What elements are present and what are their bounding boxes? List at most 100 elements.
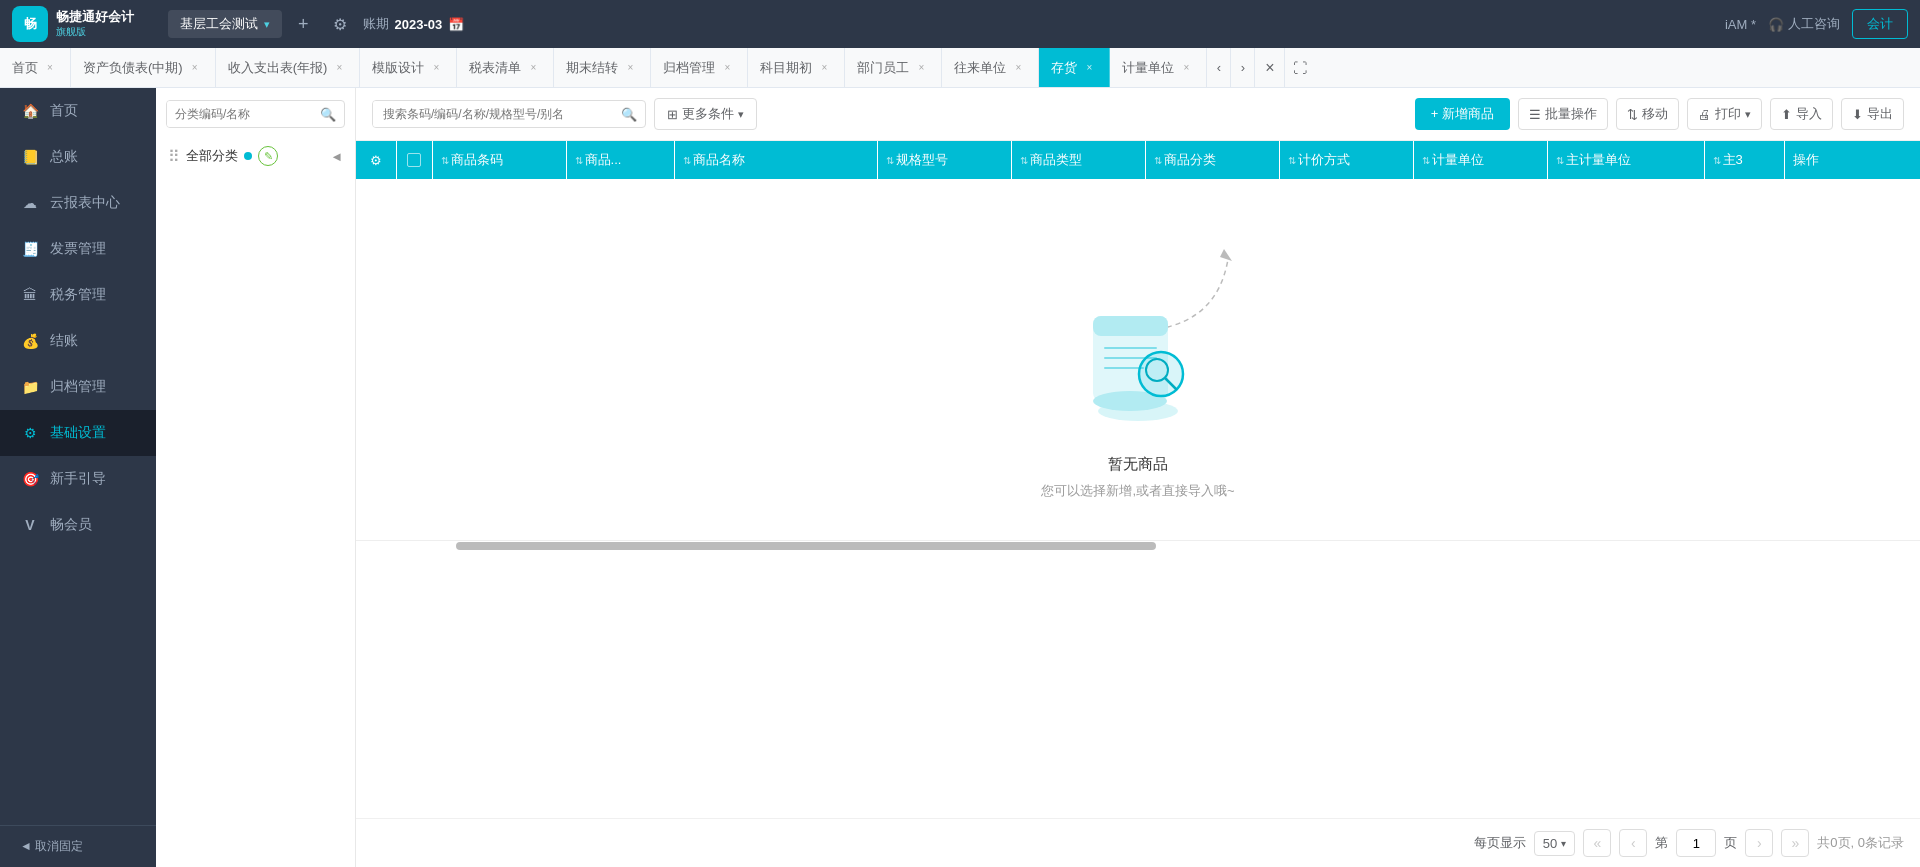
collapse-panel-icon[interactable]: ◄: [330, 149, 343, 164]
tab-close-all[interactable]: ×: [1255, 48, 1285, 88]
page-next-btn[interactable]: ›: [1745, 829, 1773, 857]
tab-scroll-left[interactable]: ‹: [1207, 48, 1231, 88]
close-icon[interactable]: ×: [525, 60, 541, 76]
tab-inventory[interactable]: 存货 ×: [1039, 48, 1110, 88]
close-icon[interactable]: ×: [913, 60, 929, 76]
close-icon[interactable]: ×: [331, 60, 347, 76]
sidebar-footer[interactable]: ◄ 取消固定: [0, 825, 156, 867]
tab-counterparty[interactable]: 往来单位 ×: [942, 48, 1039, 88]
category-search-input[interactable]: [167, 101, 312, 127]
sort-arrows-icon[interactable]: ⇅: [575, 155, 583, 166]
print-chevron-icon: ▾: [1745, 108, 1751, 121]
export-icon: ⬇: [1852, 107, 1863, 122]
sort-arrows-icon[interactable]: ⇅: [1288, 155, 1296, 166]
tab-dept[interactable]: 部门员工 ×: [845, 48, 942, 88]
tab-tax-list[interactable]: 税表清单 ×: [457, 48, 554, 88]
settings-btn[interactable]: ⚙: [325, 11, 355, 38]
sort-arrows-icon[interactable]: ⇅: [1713, 155, 1721, 166]
dots-icon: ⠿: [168, 147, 180, 166]
table-col-action: 操作: [1784, 141, 1920, 179]
main-search-input[interactable]: [373, 101, 613, 127]
close-icon[interactable]: ×: [428, 60, 444, 76]
tab-subject-init[interactable]: 科目期初 ×: [748, 48, 845, 88]
ledger-icon: 📒: [20, 149, 40, 165]
more-filter-btn[interactable]: ⊞ 更多条件 ▾: [654, 98, 757, 130]
guide-icon: 🎯: [20, 471, 40, 487]
close-icon[interactable]: ×: [719, 60, 735, 76]
edit-category-icon[interactable]: ✎: [258, 146, 278, 166]
table-col-code: ⇅商品...: [566, 141, 674, 179]
sort-arrows-icon[interactable]: ⇅: [441, 155, 449, 166]
batch-op-btn[interactable]: ☰ 批量操作: [1518, 98, 1608, 130]
close-icon[interactable]: ×: [816, 60, 832, 76]
company-selector[interactable]: 基层工会测试 ▾: [168, 10, 282, 38]
close-icon[interactable]: ×: [187, 60, 203, 76]
account-btn[interactable]: 会计: [1852, 9, 1908, 39]
period-value: 2023-03: [395, 17, 443, 32]
sort-arrows-icon[interactable]: ⇅: [1422, 155, 1430, 166]
category-all-label[interactable]: 全部分类: [186, 147, 238, 165]
tab-unit[interactable]: 计量单位 ×: [1110, 48, 1207, 88]
header-checkbox[interactable]: [407, 153, 421, 167]
import-btn[interactable]: ⬆ 导入: [1770, 98, 1833, 130]
close-icon[interactable]: ×: [42, 60, 58, 76]
table-col-checkbox[interactable]: [396, 141, 432, 179]
sidebar-item-settings[interactable]: ⚙ 基础设置: [0, 410, 156, 456]
scroll-thumb[interactable]: [456, 542, 1156, 550]
logo-area: 畅 畅捷通好会计 旗舰版: [12, 6, 160, 42]
main-table-area: 🔍 ⊞ 更多条件 ▾ + 新增商品 ☰ 批量操作 ⇅ 移动: [356, 88, 1920, 867]
tab-balance[interactable]: 资产负债表(中期) ×: [71, 48, 216, 88]
logo-sub: 旗舰版: [56, 25, 134, 39]
sidebar-item-invoice[interactable]: 🧾 发票管理: [0, 226, 156, 272]
page-first-btn[interactable]: «: [1583, 829, 1611, 857]
export-btn[interactable]: ⬇ 导出: [1841, 98, 1904, 130]
tax-icon: 🏛: [20, 287, 40, 303]
close-icon[interactable]: ×: [622, 60, 638, 76]
close-icon[interactable]: ×: [1178, 60, 1194, 76]
sidebar-item-home[interactable]: 🏠 首页: [0, 88, 156, 134]
sort-arrows-icon[interactable]: ⇅: [1020, 155, 1028, 166]
tab-period-close[interactable]: 期末结转 ×: [554, 48, 651, 88]
tab-income[interactable]: 收入支出表(年报) ×: [216, 48, 361, 88]
tab-template[interactable]: 模版设计 ×: [360, 48, 457, 88]
sort-arrows-icon[interactable]: ⇅: [886, 155, 894, 166]
category-search-icon[interactable]: 🔍: [312, 107, 344, 122]
category-search-bar: 🔍: [166, 100, 345, 128]
tab-home[interactable]: 首页 ×: [0, 48, 71, 88]
page-size-chevron: ▾: [1561, 838, 1566, 849]
page-jump-label: 第: [1655, 834, 1668, 852]
sidebar-item-guide[interactable]: 🎯 新手引导: [0, 456, 156, 502]
sidebar-item-tax[interactable]: 🏛 税务管理: [0, 272, 156, 318]
settings-icon: ⚙: [20, 425, 40, 441]
sidebar-item-settle[interactable]: 💰 结账: [0, 318, 156, 364]
tab-archive[interactable]: 归档管理 ×: [651, 48, 748, 88]
customer-service-btn[interactable]: 🎧 人工咨询: [1768, 15, 1840, 33]
sort-arrows-icon[interactable]: ⇅: [1556, 155, 1564, 166]
main-search-icon[interactable]: 🔍: [613, 107, 645, 122]
close-icon[interactable]: ×: [1081, 60, 1097, 76]
move-btn[interactable]: ⇅ 移动: [1616, 98, 1679, 130]
sidebar-item-reports[interactable]: ☁ 云报表中心: [0, 180, 156, 226]
content-with-panels: 🔍 ⠿ 全部分类 ✎ ◄ 🔍: [156, 88, 1920, 867]
calendar-icon[interactable]: 📅: [448, 17, 464, 32]
page-size-select[interactable]: 50 ▾: [1534, 831, 1575, 856]
sidebar-item-ledger[interactable]: 📒 总账: [0, 134, 156, 180]
add-product-btn[interactable]: + 新增商品: [1415, 98, 1510, 130]
table-col-name: ⇅商品名称: [674, 141, 878, 179]
table-col-settings[interactable]: ⚙: [356, 141, 396, 179]
add-tab-btn[interactable]: +: [290, 10, 317, 39]
page-last-btn[interactable]: »: [1781, 829, 1809, 857]
page-number-input[interactable]: [1676, 829, 1716, 857]
sort-arrows-icon[interactable]: ⇅: [683, 155, 691, 166]
sort-arrows-icon[interactable]: ⇅: [1154, 155, 1162, 166]
close-icon[interactable]: ×: [1010, 60, 1026, 76]
sidebar-item-archive[interactable]: 📁 归档管理: [0, 364, 156, 410]
sidebar-item-member[interactable]: V 畅会员: [0, 502, 156, 548]
filter-chevron-icon: ▾: [738, 108, 744, 121]
tab-restore[interactable]: ⛶: [1285, 48, 1315, 88]
page-prev-btn[interactable]: ‹: [1619, 829, 1647, 857]
tab-scroll-right[interactable]: ›: [1231, 48, 1255, 88]
home-icon: 🏠: [20, 103, 40, 119]
logo-icon: 畅: [12, 6, 48, 42]
print-btn[interactable]: 🖨 打印 ▾: [1687, 98, 1762, 130]
